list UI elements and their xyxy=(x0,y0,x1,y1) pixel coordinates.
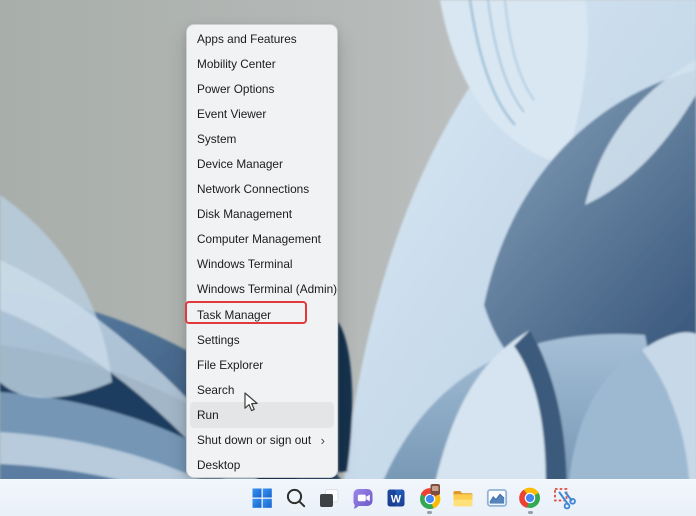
menu-item-shut-down-or-sign-out[interactable]: Shut down or sign out › xyxy=(187,428,337,453)
menu-item-windows-terminal[interactable]: Windows Terminal xyxy=(187,252,337,277)
file-explorer-icon[interactable] xyxy=(451,486,475,510)
menu-item-windows-terminal-admin[interactable]: Windows Terminal (Admin) xyxy=(187,277,337,302)
edge-browser-icon[interactable] xyxy=(518,486,542,510)
menu-item-desktop[interactable]: Desktop xyxy=(187,453,337,478)
menu-item-label: Windows Terminal (Admin) xyxy=(197,282,338,297)
winx-context-menu: Apps and Features Mobility Center Power … xyxy=(185,24,338,478)
menu-item-run[interactable]: Run xyxy=(190,402,334,428)
search-icon[interactable] xyxy=(284,486,308,510)
menu-item-label: Network Connections xyxy=(197,182,310,197)
menu-item-search[interactable]: Search xyxy=(187,377,337,402)
menu-item-label: Shut down or sign out xyxy=(197,433,312,448)
task-view-icon[interactable] xyxy=(317,486,341,510)
menu-item-label: Mobility Center xyxy=(197,56,276,71)
menu-item-device-manager[interactable]: Device Manager xyxy=(187,151,337,176)
task-manager-icon[interactable] xyxy=(485,486,509,510)
menu-item-label: Disk Management xyxy=(197,207,293,222)
word-icon[interactable]: W xyxy=(384,486,408,510)
menu-item-mobility-center[interactable]: Mobility Center xyxy=(187,51,337,76)
menu-item-system[interactable]: System xyxy=(187,126,337,151)
svg-text:W: W xyxy=(391,493,402,505)
menu-item-apps-and-features[interactable]: Apps and Features xyxy=(187,26,337,51)
menu-item-power-options[interactable]: Power Options xyxy=(187,76,337,101)
chrome-icon[interactable] xyxy=(418,484,442,510)
menu-item-label: Apps and Features xyxy=(197,31,297,46)
menu-item-label: Desktop xyxy=(197,458,241,473)
desktop-wallpaper xyxy=(0,0,696,516)
menu-item-label: Power Options xyxy=(197,81,275,96)
snipping-tool-icon[interactable] xyxy=(552,486,576,510)
menu-item-label: System xyxy=(197,131,237,146)
menu-item-network-connections[interactable]: Network Connections xyxy=(187,177,337,202)
running-indicator-edge xyxy=(528,511,533,514)
menu-item-label: Device Manager xyxy=(197,157,283,172)
menu-item-label: Run xyxy=(197,407,219,422)
menu-item-label: Task Manager xyxy=(197,307,272,322)
menu-item-event-viewer[interactable]: Event Viewer xyxy=(187,101,337,126)
start-button-icon[interactable] xyxy=(250,486,274,510)
chrome-overlay-badge xyxy=(430,484,440,495)
menu-item-disk-management[interactable]: Disk Management xyxy=(187,202,337,227)
taskbar: W xyxy=(0,479,696,516)
menu-item-label: File Explorer xyxy=(197,357,264,372)
menu-item-settings[interactable]: Settings xyxy=(187,327,337,352)
chat-teams-icon[interactable] xyxy=(351,486,375,510)
menu-item-label: Settings xyxy=(197,332,240,347)
taskbar-icon-group: W xyxy=(250,484,576,510)
running-indicator-chrome xyxy=(427,511,432,514)
menu-item-label: Windows Terminal xyxy=(197,257,293,272)
menu-item-task-manager[interactable]: Task Manager xyxy=(185,301,337,327)
menu-item-label: Event Viewer xyxy=(197,106,267,121)
chevron-right-icon: › xyxy=(320,432,325,448)
menu-item-label: Search xyxy=(197,382,235,397)
menu-item-computer-management[interactable]: Computer Management xyxy=(187,227,337,252)
menu-item-label: Computer Management xyxy=(197,232,321,247)
menu-item-file-explorer[interactable]: File Explorer xyxy=(187,352,337,377)
